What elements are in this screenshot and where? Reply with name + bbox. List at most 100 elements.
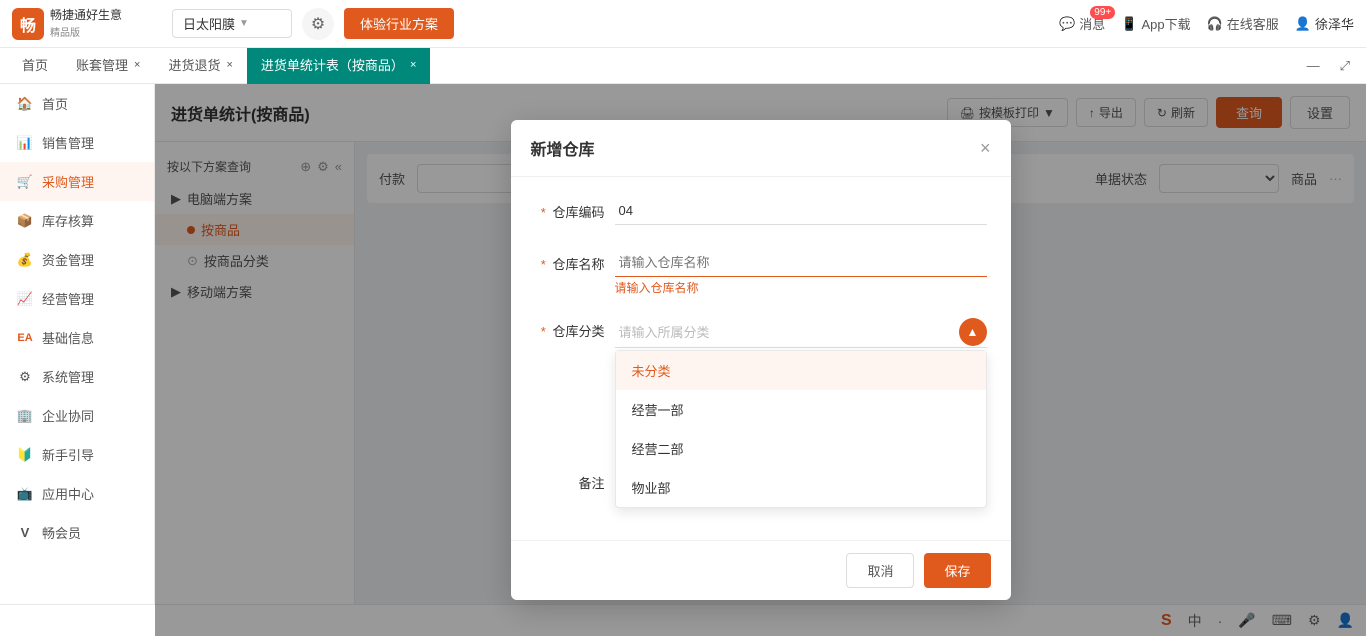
tab-collapse-button[interactable]: —: [1299, 56, 1328, 76]
add-warehouse-dialog: 新增仓库 × * 仓库编码: [511, 120, 1011, 600]
category-select[interactable]: 请输入所属分类 ▲: [615, 316, 987, 348]
logo-sub: 精品版: [50, 24, 122, 39]
dialog-close-button[interactable]: ×: [980, 138, 991, 159]
sidebar-item-inventory[interactable]: 📦 库存核算: [0, 201, 154, 240]
sidebar-item-sales[interactable]: 📊 销售管理: [0, 123, 154, 162]
tab-maximize-button[interactable]: ⤢: [1332, 56, 1358, 76]
top-header: 畅 畅捷通好生意 精品版 日太阳膜 ▼ ⚙ 体验行业方案 💬 99+ 消息 📱 …: [0, 0, 1366, 48]
sidebar-item-basic-info-label: 基础信息: [42, 328, 94, 347]
dialog-body: * 仓库编码 * 仓库名称: [511, 177, 1011, 540]
tab-home-label: 首页: [22, 55, 48, 74]
sidebar-item-guide[interactable]: 🔰 新手引导: [0, 435, 154, 474]
mobile-icon: 📱: [1121, 16, 1137, 32]
member-icon: V: [16, 524, 34, 542]
sidebar-item-inventory-label: 库存核算: [42, 211, 94, 230]
form-row-code: * 仓库编码: [535, 197, 987, 229]
modal-overlay: 新增仓库 × * 仓库编码: [155, 84, 1366, 636]
sidebar-item-system[interactable]: ⚙ 系统管理: [0, 357, 154, 396]
category-dropdown: 未分类 经营一部 经营二部 物业部: [615, 350, 987, 508]
apps-icon: 📺: [16, 485, 34, 503]
sidebar-item-operations-label: 经营管理: [42, 289, 94, 308]
tab-purchase-return-close[interactable]: ×: [226, 59, 232, 71]
finance-icon: 💰: [16, 251, 34, 269]
app-download-button[interactable]: 📱 App下载: [1121, 14, 1190, 33]
sidebar-item-member[interactable]: V 畅会员: [0, 513, 154, 552]
tab-purchase-return[interactable]: 进货退货 ×: [154, 48, 246, 84]
store-name: 日太阳膜: [183, 14, 235, 33]
tab-purchase-stats[interactable]: 进货单统计表（按商品） ×: [247, 48, 430, 84]
guide-icon: 🔰: [16, 446, 34, 464]
name-error-message: 请输入仓库名称: [615, 279, 987, 296]
name-field: 请输入仓库名称: [615, 249, 987, 296]
sidebar-item-sales-label: 销售管理: [42, 133, 94, 152]
customer-service-label: 在线客服: [1227, 14, 1279, 33]
sidebar-item-member-label: 畅会员: [42, 523, 81, 542]
category-label: * 仓库分类: [535, 316, 615, 348]
name-label: * 仓库名称: [535, 249, 615, 281]
tab-home[interactable]: 首页: [8, 48, 62, 84]
sidebar-item-purchase[interactable]: 🛒 采购管理: [0, 162, 154, 201]
sidebar-item-apps-label: 应用中心: [42, 484, 94, 503]
experience-button[interactable]: 体验行业方案: [344, 8, 454, 39]
sidebar-item-operations[interactable]: 📈 经营管理: [0, 279, 154, 318]
username: 徐泽华: [1315, 14, 1354, 33]
home-icon: 🏠: [16, 95, 34, 113]
dialog-header: 新增仓库 ×: [511, 120, 1011, 177]
message-button[interactable]: 💬 99+ 消息: [1059, 14, 1105, 33]
sidebar: 🏠 首页 📊 销售管理 🛒 采购管理 📦 库存核算 💰 资金管理 📈 经营管理 …: [0, 84, 155, 636]
chevron-up-icon[interactable]: ▲: [959, 318, 987, 346]
category-field[interactable]: 请输入所属分类 ▲ 未分类 经营一部: [615, 316, 987, 348]
sidebar-item-home-label: 首页: [42, 94, 68, 113]
name-input[interactable]: [615, 249, 987, 277]
headset-icon: 🎧: [1207, 16, 1223, 32]
logo-text: 畅捷通好生意: [50, 8, 122, 24]
settings-button[interactable]: ⚙: [302, 8, 334, 40]
app-download-label: App下载: [1141, 14, 1190, 33]
operations-icon: 📈: [16, 290, 34, 308]
chevron-down-icon: ▼: [239, 18, 249, 29]
code-field: [615, 197, 987, 225]
tab-purchase-stats-label: 进货单统计表（按商品）: [261, 55, 404, 74]
tab-purchase-stats-close[interactable]: ×: [410, 59, 416, 71]
category-placeholder: 请输入所属分类: [619, 322, 710, 341]
dialog-footer: 取消 保存: [511, 540, 1011, 600]
store-selector[interactable]: 日太阳膜 ▼: [172, 9, 292, 38]
sales-icon: 📊: [16, 134, 34, 152]
message-badge: 99+: [1090, 6, 1115, 19]
sidebar-item-enterprise[interactable]: 🏢 企业协同: [0, 396, 154, 435]
cancel-button[interactable]: 取消: [846, 553, 914, 588]
inventory-icon: 📦: [16, 212, 34, 230]
sidebar-item-basic-info[interactable]: EA 基础信息: [0, 318, 154, 357]
dropdown-item-dept3[interactable]: 物业部: [616, 468, 986, 507]
sidebar-item-finance-label: 资金管理: [42, 250, 94, 269]
form-row-name: * 仓库名称 请输入仓库名称: [535, 249, 987, 296]
code-label: * 仓库编码: [535, 197, 615, 229]
form-row-category: * 仓库分类 请输入所属分类 ▲ 未分类: [535, 316, 987, 348]
customer-service-button[interactable]: 🎧 在线客服: [1207, 14, 1279, 33]
system-icon: ⚙: [16, 368, 34, 386]
main-content: 进货单统计(按商品) 🖨 按模板打印 ▼ ↑ 导出 ↻ 刷新 查询 设置: [155, 84, 1366, 636]
code-input[interactable]: [615, 197, 987, 225]
sidebar-item-finance[interactable]: 💰 资金管理: [0, 240, 154, 279]
tab-account-close[interactable]: ×: [134, 59, 140, 71]
save-button[interactable]: 保存: [924, 553, 990, 588]
user-icon: 👤: [1295, 16, 1311, 32]
sidebar-item-home[interactable]: 🏠 首页: [0, 84, 154, 123]
gear-icon: ⚙: [311, 14, 325, 34]
main-layout: 🏠 首页 📊 销售管理 🛒 采购管理 📦 库存核算 💰 资金管理 📈 经营管理 …: [0, 84, 1366, 636]
header-right: 💬 99+ 消息 📱 App下载 🎧 在线客服 👤 徐泽华: [1059, 14, 1354, 33]
sidebar-item-system-label: 系统管理: [42, 367, 94, 386]
tab-account[interactable]: 账套管理 ×: [62, 48, 154, 84]
logo-area: 畅 畅捷通好生意 精品版: [12, 8, 162, 40]
dropdown-item-dept2[interactable]: 经营二部: [616, 429, 986, 468]
dropdown-item-unclassified[interactable]: 未分类: [616, 351, 986, 390]
sidebar-item-apps[interactable]: 📺 应用中心: [0, 474, 154, 513]
dropdown-item-dept1[interactable]: 经营一部: [616, 390, 986, 429]
user-menu[interactable]: 👤 徐泽华: [1295, 14, 1354, 33]
sidebar-item-enterprise-label: 企业协同: [42, 406, 94, 425]
tab-bar: 首页 账套管理 × 进货退货 × 进货单统计表（按商品） × — ⤢: [0, 48, 1366, 84]
tab-bar-actions: — ⤢: [1299, 56, 1358, 76]
enterprise-icon: 🏢: [16, 407, 34, 425]
sidebar-item-guide-label: 新手引导: [42, 445, 94, 464]
logo-icon: 畅: [12, 8, 44, 40]
